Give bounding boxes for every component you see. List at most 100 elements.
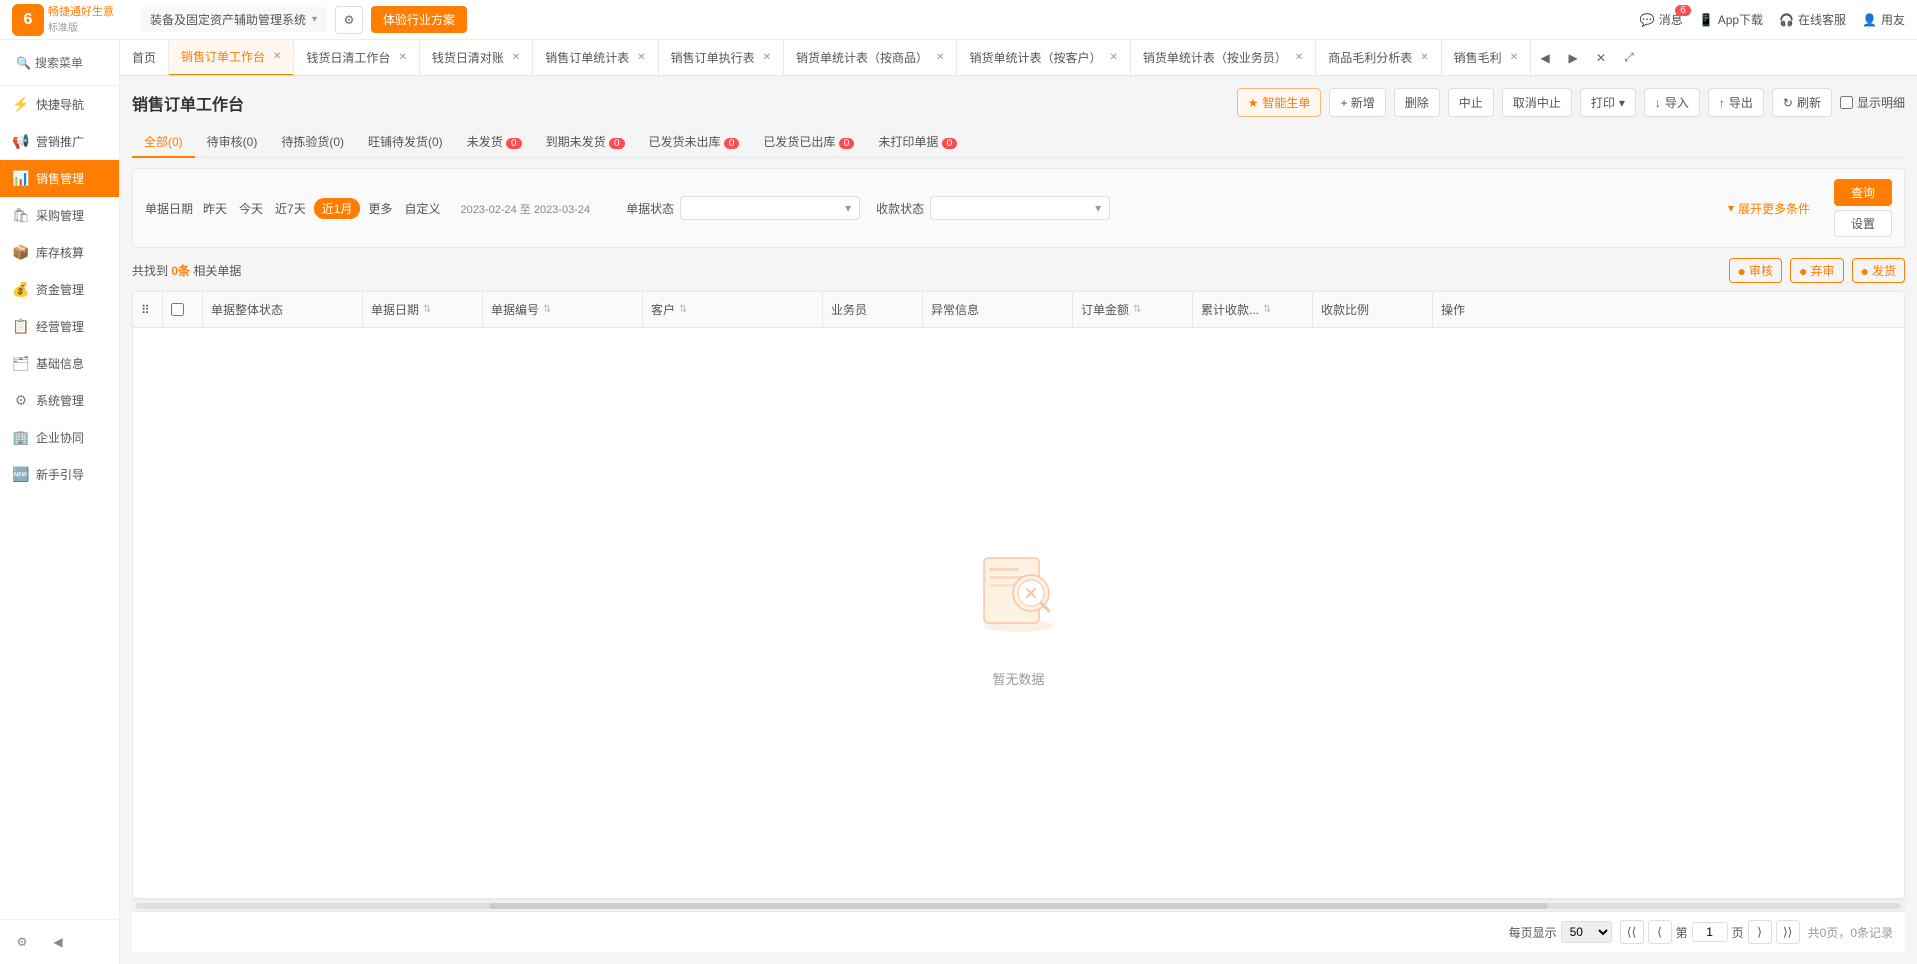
online-service-button[interactable]: 🎧 在线客服	[1779, 11, 1846, 28]
page-number-input[interactable]: 1	[1692, 922, 1728, 942]
sidebar-item-system[interactable]: ⚙ 系统管理	[0, 382, 119, 419]
export-label: 导出	[1729, 94, 1753, 111]
sidebar-item-finance[interactable]: 💰 资金管理	[0, 271, 119, 308]
tab-cash-daily[interactable]: 钱货日清工作台 ✕	[294, 40, 419, 76]
stop-button[interactable]: 中止	[1448, 88, 1494, 117]
smart-generate-button[interactable]: ★ 智能生单	[1237, 88, 1322, 117]
review-action-btn[interactable]: ● 审核	[1729, 258, 1782, 283]
expand-conditions-button[interactable]: ▾ 展开更多条件	[1728, 200, 1810, 217]
tab-sales-customer[interactable]: 销货单统计表（按客户） ✕	[957, 40, 1130, 76]
tab-close-all-button[interactable]: ✕	[1587, 40, 1615, 76]
filter-tab-shipped-out[interactable]: 已发货已出库 0	[751, 127, 866, 158]
tab-close-icon[interactable]: ✕	[1420, 52, 1428, 63]
th-customer[interactable]: 客户 ⇅	[643, 292, 823, 327]
set-button[interactable]: 设置	[1834, 210, 1892, 237]
select-all-checkbox[interactable]	[171, 303, 184, 316]
sidebar-item-enterprise[interactable]: 🏢 企业协同	[0, 419, 119, 456]
payment-select[interactable]: ▾	[930, 196, 1110, 220]
show-detail-checkbox[interactable]: 显示明细	[1840, 94, 1905, 111]
sidebar-item-guide[interactable]: 🆕 新手引导	[0, 456, 119, 493]
date-1month[interactable]: 近1月	[314, 198, 361, 219]
tab-expand-button[interactable]: ⤢	[1615, 40, 1643, 76]
search-menu-button[interactable]: 🔍 搜索菜单	[8, 48, 111, 77]
filter-tab-shipped-not-out[interactable]: 已发货未出库 0	[637, 127, 752, 158]
last-page-button[interactable]: ⟩⟩	[1776, 920, 1800, 944]
add-button[interactable]: + 新增	[1329, 88, 1385, 117]
tab-close-icon[interactable]: ✕	[273, 51, 281, 62]
query-button[interactable]: 查询	[1834, 179, 1892, 206]
th-amount[interactable]: 订单金额 ⇅	[1073, 292, 1193, 327]
tab-next-button[interactable]: ▶	[1559, 40, 1587, 76]
cancel-review-action-btn[interactable]: ● 弃审	[1790, 258, 1843, 283]
collapse-sidebar-btn[interactable]: ◀	[44, 928, 72, 956]
message-button[interactable]: 💬 消息 6	[1640, 11, 1683, 28]
tab-sales-stats[interactable]: 销售订单统计表 ✕	[533, 40, 658, 76]
horizontal-scrollbar[interactable]	[132, 899, 1905, 911]
experience-button[interactable]: 体验行业方案	[371, 6, 467, 33]
refresh-button[interactable]: ↻ 刷新	[1772, 88, 1832, 117]
date-custom[interactable]: 自定义	[400, 198, 444, 219]
tab-sales-margin[interactable]: 销售毛利 ✕	[1442, 40, 1531, 76]
sidebar-item-operations[interactable]: 📋 经营管理	[0, 308, 119, 345]
sidebar-item-marketing[interactable]: 📢 营销推广	[0, 123, 119, 160]
filter-tab-not-printed[interactable]: 未打印单据 0	[866, 127, 969, 158]
app-download-button[interactable]: 📱 App下载	[1699, 11, 1763, 28]
filter-tab-shop-pending[interactable]: 旺铺待发货(0)	[356, 127, 455, 158]
system-selector[interactable]: 装备及固定资产辅助管理系统 ▾	[140, 7, 327, 32]
cancel-stop-button[interactable]: 取消中止	[1502, 88, 1572, 117]
tab-sales-person[interactable]: 销货单统计表（按业务员） ✕	[1131, 40, 1316, 76]
per-page-select[interactable]: 50 100 200	[1561, 921, 1612, 943]
print-button[interactable]: 打印 ▾	[1580, 88, 1636, 117]
date-more[interactable]: 更多	[364, 198, 396, 219]
prev-page-button[interactable]: ⟨	[1648, 920, 1672, 944]
sidebar-item-purchase[interactable]: 🛍 采购管理	[0, 197, 119, 234]
export-button[interactable]: ↑ 导出	[1708, 88, 1764, 117]
tab-sales-exec[interactable]: 销售订单执行表 ✕	[659, 40, 784, 76]
delete-button[interactable]: 删除	[1394, 88, 1440, 117]
filter-tab-not-shipped[interactable]: 未发货 0	[455, 127, 534, 158]
tab-close-icon[interactable]: ✕	[1295, 52, 1303, 63]
th-date[interactable]: 单据日期 ⇅	[363, 292, 483, 327]
th-number[interactable]: 单据编号 ⇅	[483, 292, 643, 327]
megaphone-icon: 📢	[12, 133, 30, 150]
date-yesterday[interactable]: 昨天	[199, 198, 231, 219]
tab-gross-profit[interactable]: 商品毛利分析表 ✕	[1316, 40, 1441, 76]
tab-cash-reconcile[interactable]: 钱货日清对账 ✕	[420, 40, 533, 76]
brand-sub: 标准版	[48, 19, 114, 34]
tab-prev-button[interactable]: ◀	[1531, 40, 1559, 76]
scrollbar-thumb[interactable]	[489, 903, 1548, 909]
user-button[interactable]: 👤 用友	[1862, 11, 1905, 28]
date-today[interactable]: 今天	[235, 198, 267, 219]
sidebar-item-basic[interactable]: 🗂 基础信息	[0, 345, 119, 382]
th-collected[interactable]: 累计收款... ⇅	[1193, 292, 1313, 327]
tab-sales-workbench[interactable]: 销售订单工作台 ✕	[169, 40, 294, 76]
settings-icon-btn[interactable]: ⚙	[8, 928, 36, 956]
tab-close-icon[interactable]: ✕	[1510, 52, 1518, 63]
next-page-button[interactable]: ⟩	[1748, 920, 1772, 944]
date-7days[interactable]: 近7天	[271, 198, 310, 219]
tab-close-icon[interactable]: ✕	[512, 52, 520, 63]
status-select[interactable]: ▾	[680, 196, 860, 220]
ship-action-btn[interactable]: ● 发货	[1852, 258, 1905, 283]
sidebar-item-quicknav[interactable]: ⚡ 快捷导航	[0, 86, 119, 123]
tab-close-icon[interactable]: ✕	[637, 52, 645, 63]
filter-tab-pending-check[interactable]: 待拣验货(0)	[269, 127, 356, 158]
filter-tab-pending-review[interactable]: 待审核(0)	[195, 127, 270, 158]
sidebar-item-sales[interactable]: 📊 销售管理	[0, 160, 119, 197]
tab-close-icon[interactable]: ✕	[936, 52, 944, 63]
filter-tab-overdue-ship[interactable]: 到期未发货 0	[534, 127, 637, 158]
show-detail-input[interactable]	[1840, 96, 1853, 109]
tab-home[interactable]: 首页	[120, 40, 169, 76]
tab-close-icon[interactable]: ✕	[1109, 52, 1117, 63]
tab-close-icon[interactable]: ✕	[763, 52, 771, 63]
tab-sales-product[interactable]: 销货单统计表（按商品） ✕	[784, 40, 957, 76]
filter-tab-all[interactable]: 全部(0)	[132, 127, 195, 158]
tab-close-icon[interactable]: ✕	[398, 52, 406, 63]
import-button[interactable]: ↓ 导入	[1644, 88, 1700, 117]
page-nav: ⟨⟨ ⟨ 第 1 页 ⟩ ⟩⟩	[1620, 920, 1800, 944]
scrollbar-track[interactable]	[136, 903, 1901, 909]
th-checkbox[interactable]	[163, 292, 203, 327]
sidebar-item-inventory[interactable]: 📦 库存核算	[0, 234, 119, 271]
settings-button[interactable]: ⚙	[335, 6, 363, 34]
first-page-button[interactable]: ⟨⟨	[1620, 920, 1644, 944]
